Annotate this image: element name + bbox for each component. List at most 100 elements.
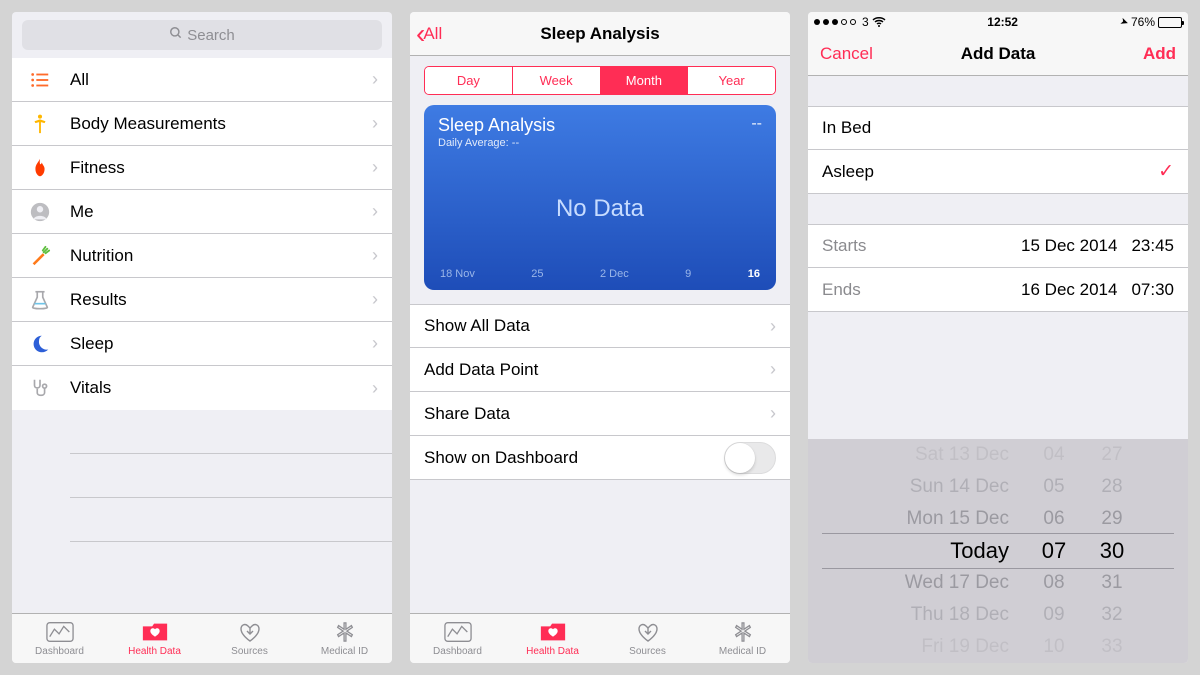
field-label: Ends <box>822 280 861 300</box>
chevron-right-icon: › <box>770 403 776 424</box>
starts-date: 15 Dec 2014 <box>1021 236 1117 256</box>
option-in-bed[interactable]: In Bed <box>808 106 1188 150</box>
show-on-dashboard: Show on Dashboard <box>410 436 790 480</box>
ends-time: 07:30 <box>1131 280 1174 300</box>
chevron-right-icon: › <box>372 113 378 134</box>
star-of-life-icon <box>334 620 356 644</box>
searchbar: Search <box>12 12 392 58</box>
cell-label: Show on Dashboard <box>424 448 578 468</box>
row-starts[interactable]: Starts 15 Dec 201423:45 <box>808 224 1188 268</box>
category-label: Vitals <box>70 378 372 398</box>
option-asleep[interactable]: Asleep ✓ <box>808 150 1188 194</box>
datetime-picker[interactable]: Sat 13 Dec Sun 14 Dec Mon 15 Dec Today W… <box>808 439 1188 663</box>
search-placeholder: Search <box>187 27 235 44</box>
category-label: Sleep <box>70 334 372 354</box>
picker-minute-col[interactable]: 27 28 29 30 31 32 33 <box>1083 439 1141 663</box>
category-label: Fitness <box>70 158 372 178</box>
chevron-right-icon: › <box>372 245 378 266</box>
person-icon <box>26 201 54 223</box>
back-label: All <box>423 24 442 44</box>
page-title: Sleep Analysis <box>540 24 659 44</box>
category-label: Body Measurements <box>70 114 372 134</box>
no-data-text: No Data <box>556 195 644 223</box>
tabbar: Dashboard Health Data Sources Medical ID <box>12 613 392 663</box>
add-data-screen: 3 12:52 ➤ 76% Cancel Add Data Add In Bed… <box>808 12 1188 663</box>
row-ends[interactable]: Ends 16 Dec 201407:30 <box>808 268 1188 312</box>
picker-date-col[interactable]: Sat 13 Dec Sun 14 Dec Mon 15 Dec Today W… <box>855 439 1025 663</box>
flame-icon <box>26 157 54 179</box>
segment-month[interactable]: Month <box>601 67 689 94</box>
carrot-icon <box>26 245 54 267</box>
empty-row <box>70 454 392 498</box>
tabbar: Dashboard Health Data Sources Medical ID <box>410 613 790 663</box>
body-icon <box>26 113 54 135</box>
flask-icon <box>26 289 54 311</box>
card-value: -- <box>751 115 762 149</box>
battery-pct: 76% <box>1131 15 1155 29</box>
card-title: Sleep Analysis <box>438 115 555 136</box>
chevron-right-icon: › <box>770 316 776 337</box>
picker-hour-col[interactable]: 04 05 06 07 08 09 10 <box>1025 439 1083 663</box>
segment-week[interactable]: Week <box>513 67 601 94</box>
chevron-right-icon: › <box>372 69 378 90</box>
dashboard-toggle[interactable] <box>724 442 776 474</box>
chevron-right-icon: › <box>372 201 378 222</box>
back-button[interactable]: ‹ All <box>416 20 442 48</box>
empty-row <box>70 410 392 454</box>
category-me[interactable]: Me › <box>12 190 392 234</box>
tab-health-data[interactable]: Health Data <box>505 614 600 663</box>
tab-medical-id[interactable]: Medical ID <box>695 614 790 663</box>
category-vitals[interactable]: Vitals › <box>12 366 392 410</box>
category-all[interactable]: All › <box>12 58 392 102</box>
moon-icon <box>26 333 54 355</box>
category-fitness[interactable]: Fitness › <box>12 146 392 190</box>
tab-label: Medical ID <box>321 646 368 657</box>
card-subtitle: Daily Average: -- <box>438 137 555 149</box>
tab-label: Sources <box>629 646 666 657</box>
cell-label: Show All Data <box>424 316 530 336</box>
empty-row <box>70 498 392 542</box>
chevron-right-icon: › <box>372 289 378 310</box>
sleep-analysis-screen: ‹ All Sleep Analysis Day Week Month Year… <box>410 12 790 663</box>
segment-year[interactable]: Year <box>688 67 775 94</box>
chart-icon <box>444 620 472 644</box>
chevron-right-icon: › <box>372 378 378 399</box>
segment-day[interactable]: Day <box>425 67 513 94</box>
chevron-right-icon: › <box>372 333 378 354</box>
tab-medical-id[interactable]: Medical ID <box>297 614 392 663</box>
category-label: All <box>70 70 372 90</box>
search-input[interactable]: Search <box>22 20 382 50</box>
add-button[interactable]: Add <box>1143 44 1176 64</box>
category-label: Nutrition <box>70 246 372 266</box>
tab-label: Dashboard <box>433 646 482 657</box>
category-sleep[interactable]: Sleep › <box>12 322 392 366</box>
navbar: ‹ All Sleep Analysis <box>410 12 790 56</box>
category-nutrition[interactable]: Nutrition › <box>12 234 392 278</box>
wifi-icon <box>872 17 886 27</box>
empty-row <box>70 542 392 586</box>
tab-health-data[interactable]: Health Data <box>107 614 202 663</box>
tab-label: Health Data <box>128 646 181 657</box>
show-all-data[interactable]: Show All Data › <box>410 304 790 348</box>
category-label: Results <box>70 290 372 310</box>
field-label: Starts <box>822 236 866 256</box>
cell-label: In Bed <box>822 118 871 138</box>
share-data[interactable]: Share Data › <box>410 392 790 436</box>
cancel-button[interactable]: Cancel <box>820 44 873 64</box>
chevron-right-icon: › <box>372 157 378 178</box>
sleep-card[interactable]: Sleep Analysis Daily Average: -- -- No D… <box>424 105 776 290</box>
period-segmented: Day Week Month Year <box>424 66 776 95</box>
tab-sources[interactable]: Sources <box>202 614 297 663</box>
add-data-point[interactable]: Add Data Point › <box>410 348 790 392</box>
health-categories-screen: Search All › Body Measurements › Fitness… <box>12 12 392 663</box>
tab-dashboard[interactable]: Dashboard <box>410 614 505 663</box>
folder-heart-icon <box>141 620 169 644</box>
tab-dashboard[interactable]: Dashboard <box>12 614 107 663</box>
status-time: 12:52 <box>987 15 1018 29</box>
cell-label: Share Data <box>424 404 510 424</box>
card-axis: 18 Nov 25 2 Dec 9 16 <box>438 268 762 284</box>
category-body-measurements[interactable]: Body Measurements › <box>12 102 392 146</box>
stethoscope-icon <box>26 377 54 399</box>
category-results[interactable]: Results › <box>12 278 392 322</box>
tab-sources[interactable]: Sources <box>600 614 695 663</box>
